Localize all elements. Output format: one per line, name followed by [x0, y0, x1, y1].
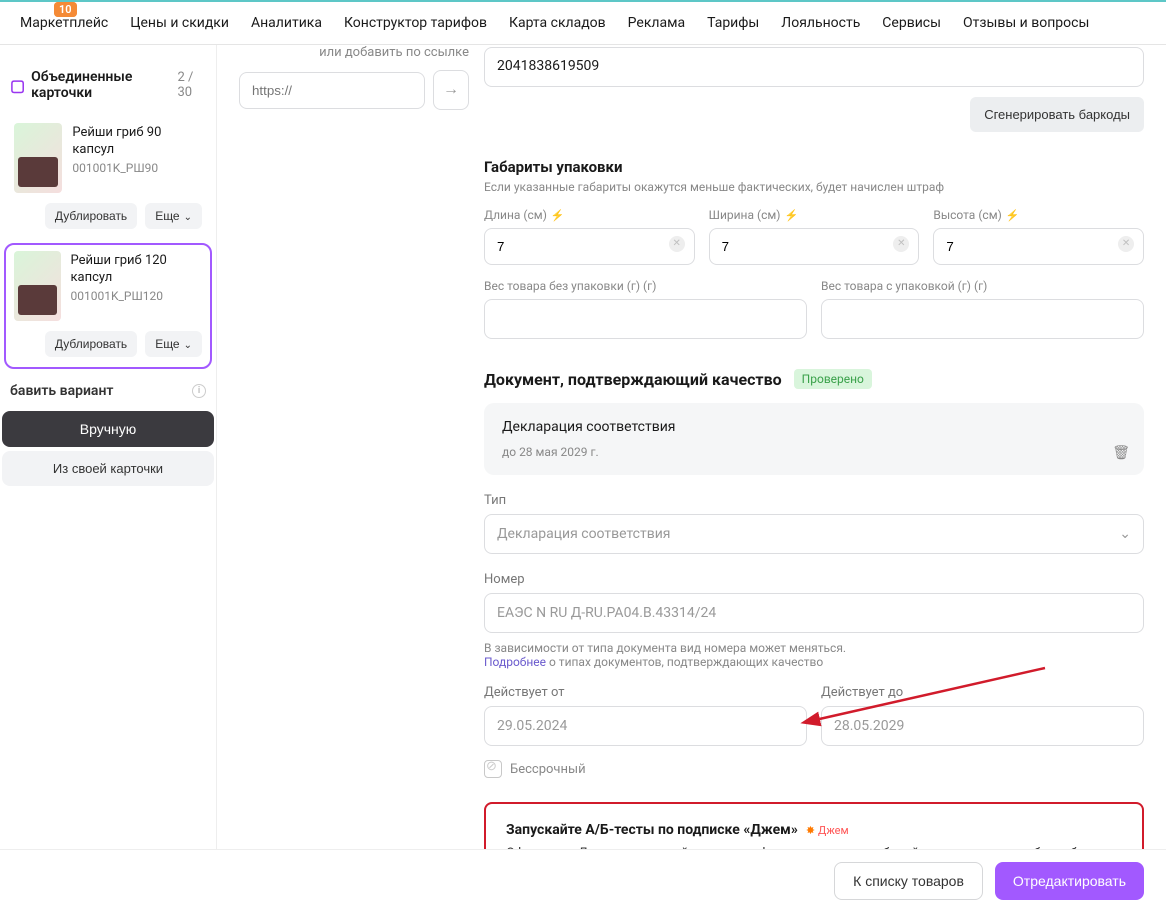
document-heading: Документ, подтверждающий качество	[484, 370, 782, 389]
top-nav: Маркетплейс Цены и скидки Аналитика Конс…	[0, 0, 1166, 45]
bolt-icon: ⚡	[1006, 209, 1020, 222]
type-label: Тип	[484, 493, 1144, 508]
doc-hint: В зависимости от типа документа вид номе…	[484, 641, 846, 655]
barcode-input[interactable]: 2041838619509	[484, 47, 1144, 87]
length-label: Длина (см)	[484, 208, 547, 222]
nav-item[interactable]: Аналитика	[251, 15, 322, 31]
chevron-down-icon: ⌄	[184, 212, 192, 223]
width-label: Ширина (см)	[709, 208, 781, 222]
nav-item[interactable]: Тарифы	[707, 15, 759, 31]
height-input[interactable]	[933, 228, 1144, 265]
jam-badge: ✸Джем	[806, 824, 849, 837]
nav-item[interactable]: Карта складов	[509, 15, 606, 31]
document-card: Декларация соответствия до 28 мая 2029 г…	[484, 403, 1144, 475]
back-to-list-button[interactable]: К списку товаров	[834, 862, 983, 900]
card-title: Рейши гриб 120 капсул	[71, 253, 203, 287]
add-variant-label: бавить вариант	[10, 383, 113, 399]
sidebar: ▢ Объединенные карточки 2 / 30 10 Рейши …	[0, 45, 217, 909]
chevron-down-icon: ⌄	[184, 340, 192, 351]
product-card[interactable]: 10 Рейши гриб 120 капсул 001001K_РШ120 Д…	[4, 243, 212, 369]
product-thumb	[14, 123, 62, 193]
card-sku: 001001K_РШ120	[71, 289, 203, 303]
number-label: Номер	[484, 572, 1144, 587]
length-input[interactable]	[484, 228, 695, 265]
valid-from-input[interactable]: 29.05.2024	[484, 706, 807, 746]
sidebar-count: 2 / 30	[177, 70, 206, 100]
nav-item[interactable]: Цены и скидки	[130, 15, 229, 31]
footer-bar: К списку товаров Отредактировать	[0, 849, 1166, 912]
type-select[interactable]: Декларация соответствия ⌄	[484, 514, 1144, 554]
nav-item[interactable]: Лояльность	[781, 15, 860, 31]
duplicate-button[interactable]: Дублировать	[45, 331, 137, 357]
bolt-icon: ⚡	[551, 209, 565, 222]
bolt-icon: ⚡	[784, 209, 798, 222]
document-name: Декларация соответствия	[502, 419, 1126, 435]
permanent-label: Бессрочный	[510, 762, 586, 777]
valid-to-label: Действует до	[821, 685, 1144, 700]
duplicate-button[interactable]: Дублировать	[45, 203, 137, 229]
main-panel: или добавить по ссылке → 2041838619509 С…	[217, 45, 1166, 909]
doc-hint2: о типах документов, подтверждающих качес…	[546, 655, 823, 669]
trash-icon[interactable]: 🗑	[1112, 445, 1130, 461]
dims-heading: Габариты упаковки	[484, 158, 1144, 176]
chevron-down-icon: ⌄	[1119, 526, 1131, 542]
height-label: Высота (см)	[933, 208, 1001, 222]
more-button[interactable]: Еще⌄	[145, 203, 202, 229]
url-input[interactable]	[239, 72, 425, 109]
more-button[interactable]: Еще⌄	[145, 331, 202, 357]
number-input[interactable]: ЕАЭС N RU Д-RU.РА04.В.43314/24	[484, 593, 1144, 633]
clear-icon[interactable]: ✕	[1118, 236, 1134, 252]
cards-icon: ▢	[10, 76, 25, 95]
learn-more-link[interactable]: Подробнее	[484, 655, 546, 669]
weight-with-pack-label: Вес товара с упаковкой (г) (г)	[821, 279, 1144, 293]
nav-item[interactable]: Отзывы и вопросы	[963, 15, 1089, 31]
jam-title: Запускайте А/Б-тесты по подписке «Джем»	[506, 822, 798, 838]
status-badge: Проверено	[794, 369, 872, 389]
card-sku: 001001K_РШ90	[72, 161, 202, 175]
nav-item[interactable]: Реклама	[628, 15, 685, 31]
valid-to-input[interactable]: 28.05.2029	[821, 706, 1144, 746]
permanent-checkbox[interactable]	[484, 760, 502, 778]
add-manual-button[interactable]: Вручную	[2, 411, 214, 447]
edit-button[interactable]: Отредактировать	[995, 862, 1144, 900]
clear-icon[interactable]: ✕	[669, 236, 685, 252]
dims-hint: Если указанные габариты окажутся меньше …	[484, 180, 1144, 194]
nav-item[interactable]: Конструктор тарифов	[344, 15, 487, 31]
weight-no-pack-input[interactable]	[484, 299, 807, 339]
info-icon[interactable]: i	[192, 384, 206, 398]
add-from-card-button[interactable]: Из своей карточки	[2, 451, 214, 486]
width-input[interactable]	[709, 228, 920, 265]
card-title: Рейши гриб 90 капсул	[72, 125, 202, 159]
go-button[interactable]: →	[433, 70, 469, 110]
product-thumb	[14, 251, 61, 321]
weight-with-pack-input[interactable]	[821, 299, 1144, 339]
product-card[interactable]: 10 Рейши гриб 90 капсул 001001K_РШ90 Дуб…	[4, 115, 212, 241]
weight-no-pack-label: Вес товара без упаковки (г) (г)	[484, 279, 807, 293]
valid-from-label: Действует от	[484, 685, 807, 700]
nav-item[interactable]: Сервисы	[882, 15, 941, 31]
add-by-link-label: или добавить по ссылке	[239, 45, 469, 60]
nav-item[interactable]: Маркетплейс	[20, 15, 108, 31]
document-expiry: до 28 мая 2029 г.	[502, 445, 1126, 459]
sidebar-title: Объединенные карточки	[31, 69, 171, 101]
clear-icon[interactable]: ✕	[893, 236, 909, 252]
generate-barcodes-button[interactable]: Сгенерировать баркоды	[970, 97, 1144, 132]
